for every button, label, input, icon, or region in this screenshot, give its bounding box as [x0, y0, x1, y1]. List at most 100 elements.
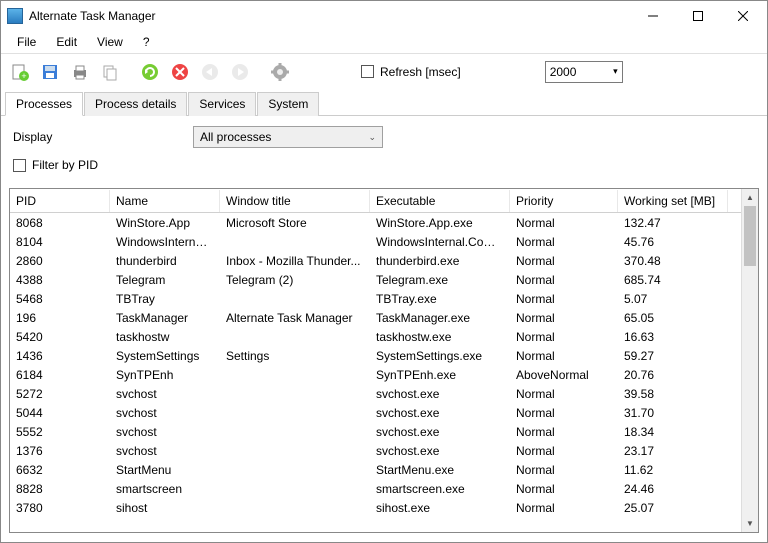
app-icon: [7, 8, 23, 24]
cell-ws: 24.46: [618, 481, 728, 497]
vertical-scrollbar[interactable]: ▲ ▼: [741, 189, 758, 532]
maximize-button[interactable]: [675, 2, 720, 30]
cell-name: TBTray: [110, 291, 220, 307]
table-row[interactable]: 196TaskManagerAlternate Task ManagerTask…: [10, 308, 741, 327]
cell-ws: 11.62: [618, 462, 728, 478]
cell-exe: svchost.exe: [370, 424, 510, 440]
table-row[interactable]: 5272svchostsvchost.exeNormal39.58: [10, 384, 741, 403]
cell-wt: Inbox - Mozilla Thunder...: [220, 253, 370, 269]
display-dropdown[interactable]: All processes ⌄: [193, 126, 383, 148]
cell-ws: 16.63: [618, 329, 728, 345]
table-row[interactable]: 5420taskhostwtaskhostw.exeNormal16.63: [10, 327, 741, 346]
cell-exe: taskhostw.exe: [370, 329, 510, 345]
cell-name: WinStore.App: [110, 215, 220, 231]
refresh-checkbox[interactable]: [361, 65, 374, 78]
cell-name: TaskManager: [110, 310, 220, 326]
table-row[interactable]: 5044svchostsvchost.exeNormal31.70: [10, 403, 741, 422]
column-headers: PID Name Window title Executable Priorit…: [10, 189, 741, 213]
cell-ws: 5.07: [618, 291, 728, 307]
settings-button[interactable]: [267, 59, 293, 85]
cell-pri: Normal: [510, 215, 618, 231]
svg-text:+: +: [21, 71, 26, 81]
close-button[interactable]: [720, 2, 765, 30]
cell-name: taskhostw: [110, 329, 220, 345]
scroll-down-button[interactable]: ▼: [742, 515, 758, 532]
tab-process-details[interactable]: Process details: [84, 92, 187, 116]
table-row[interactable]: 2860thunderbirdInbox - Mozilla Thunder..…: [10, 251, 741, 270]
table-row[interactable]: 1436SystemSettingsSettingsSystemSettings…: [10, 346, 741, 365]
cell-exe: Telegram.exe: [370, 272, 510, 288]
print-button[interactable]: [67, 59, 93, 85]
cell-pri: Normal: [510, 481, 618, 497]
cell-pri: Normal: [510, 234, 618, 250]
table-row[interactable]: 5552svchostsvchost.exeNormal18.34: [10, 422, 741, 441]
cell-pid: 5468: [10, 291, 110, 307]
minimize-button[interactable]: [630, 2, 675, 30]
cell-pid: 2860: [10, 253, 110, 269]
menu-help[interactable]: ?: [133, 32, 160, 52]
save-button[interactable]: [37, 59, 63, 85]
cell-pri: Normal: [510, 348, 618, 364]
cell-ws: 132.47: [618, 215, 728, 231]
tab-processes[interactable]: Processes: [5, 92, 83, 116]
cell-ws: 23.17: [618, 443, 728, 459]
cell-pid: 196: [10, 310, 110, 326]
filter-pid-checkbox[interactable]: [13, 159, 26, 172]
cell-pid: 1376: [10, 443, 110, 459]
cell-wt: [220, 393, 370, 395]
cell-name: svchost: [110, 443, 220, 459]
chevron-down-icon: ⌄: [368, 132, 376, 143]
display-value: All processes: [200, 130, 271, 144]
nav-back-button[interactable]: [197, 59, 223, 85]
cell-name: svchost: [110, 424, 220, 440]
col-working-set[interactable]: Working set [MB]: [618, 190, 728, 212]
scroll-up-button[interactable]: ▲: [742, 189, 758, 206]
nav-fwd-button[interactable]: [227, 59, 253, 85]
cell-name: SystemSettings: [110, 348, 220, 364]
scroll-thumb[interactable]: [744, 206, 756, 266]
cell-wt: [220, 469, 370, 471]
refresh-interval-combo[interactable]: 2000 ▾: [545, 61, 623, 83]
menu-edit[interactable]: Edit: [46, 32, 87, 52]
cell-exe: TBTray.exe: [370, 291, 510, 307]
filter-pid-label: Filter by PID: [32, 158, 98, 172]
stop-button[interactable]: [167, 59, 193, 85]
cell-exe: WindowsInternal.Comp...: [370, 234, 510, 250]
table-row[interactable]: 8828smartscreensmartscreen.exeNormal24.4…: [10, 479, 741, 498]
new-button[interactable]: +: [7, 59, 33, 85]
process-list: PID Name Window title Executable Priorit…: [9, 188, 759, 533]
copy-button[interactable]: [97, 59, 123, 85]
col-window-title[interactable]: Window title: [220, 190, 370, 212]
cell-wt: [220, 241, 370, 243]
table-row[interactable]: 8104WindowsInternal...WindowsInternal.Co…: [10, 232, 741, 251]
table-row[interactable]: 3780sihostsihost.exeNormal25.07: [10, 498, 741, 517]
table-row[interactable]: 8068WinStore.AppMicrosoft StoreWinStore.…: [10, 213, 741, 232]
cell-exe: SynTPEnh.exe: [370, 367, 510, 383]
table-row[interactable]: 5468TBTrayTBTray.exeNormal5.07: [10, 289, 741, 308]
cell-wt: [220, 507, 370, 509]
col-priority[interactable]: Priority: [510, 190, 618, 212]
refresh-button[interactable]: [137, 59, 163, 85]
cell-wt: Settings: [220, 348, 370, 364]
filter-panel: Display All processes ⌄ Filter by PID: [1, 116, 767, 188]
cell-wt: [220, 374, 370, 376]
table-row[interactable]: 1376svchostsvchost.exeNormal23.17: [10, 441, 741, 460]
col-name[interactable]: Name: [110, 190, 220, 212]
titlebar: Alternate Task Manager: [1, 1, 767, 31]
col-executable[interactable]: Executable: [370, 190, 510, 212]
display-label: Display: [13, 130, 193, 144]
table-row[interactable]: 4388TelegramTelegram (2)Telegram.exeNorm…: [10, 270, 741, 289]
menu-view[interactable]: View: [87, 32, 133, 52]
cell-name: WindowsInternal...: [110, 234, 220, 250]
tab-system[interactable]: System: [257, 92, 319, 116]
cell-pri: Normal: [510, 386, 618, 402]
cell-pri: Normal: [510, 310, 618, 326]
menu-file[interactable]: File: [7, 32, 46, 52]
col-pid[interactable]: PID: [10, 190, 110, 212]
table-row[interactable]: 6184SynTPEnhSynTPEnh.exeAboveNormal20.76: [10, 365, 741, 384]
cell-pri: Normal: [510, 329, 618, 345]
tab-services[interactable]: Services: [188, 92, 256, 116]
cell-pid: 8828: [10, 481, 110, 497]
cell-ws: 45.76: [618, 234, 728, 250]
table-row[interactable]: 6632StartMenuStartMenu.exeNormal11.62: [10, 460, 741, 479]
